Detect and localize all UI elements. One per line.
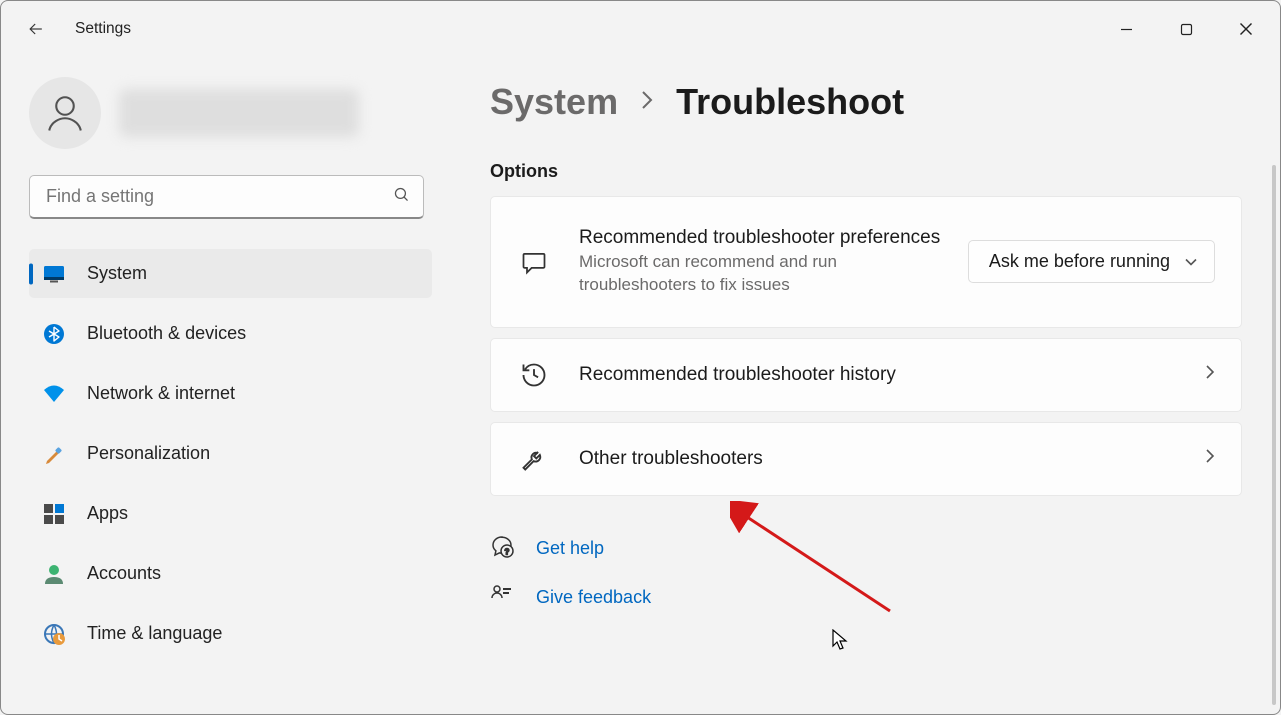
sidebar-item-accounts[interactable]: Accounts xyxy=(29,549,432,598)
chevron-right-icon xyxy=(1205,448,1215,469)
globe-clock-icon xyxy=(43,623,65,645)
nav-label: Network & internet xyxy=(87,383,235,404)
search-container xyxy=(29,175,424,219)
title-bar: Settings xyxy=(1,1,1280,57)
nav-label: Apps xyxy=(87,503,128,524)
avatar xyxy=(29,77,101,149)
wifi-icon xyxy=(43,383,65,405)
maximize-icon xyxy=(1180,23,1193,36)
footer-link-label: Get help xyxy=(536,538,604,559)
person-icon xyxy=(44,92,86,134)
card-title: Recommended troubleshooter history xyxy=(579,364,1193,386)
card-title: Recommended troubleshooter preferences xyxy=(579,227,968,249)
sidebar-item-time-language[interactable]: Time & language xyxy=(29,609,432,658)
history-icon xyxy=(517,361,551,389)
maximize-button[interactable] xyxy=(1156,9,1216,49)
sidebar-item-network[interactable]: Network & internet xyxy=(29,369,432,418)
apps-icon xyxy=(43,503,65,525)
chevron-right-icon xyxy=(1205,364,1215,385)
back-button[interactable] xyxy=(19,12,53,46)
scrollbar[interactable] xyxy=(1272,165,1276,705)
close-icon xyxy=(1239,22,1253,36)
feedback-icon xyxy=(490,583,514,612)
preference-dropdown[interactable]: Ask me before running xyxy=(968,240,1215,283)
wrench-icon xyxy=(517,445,551,473)
svg-text:?: ? xyxy=(505,547,510,556)
arrow-left-icon xyxy=(26,19,46,39)
nav-label: System xyxy=(87,263,147,284)
display-icon xyxy=(43,263,65,285)
nav-label: Personalization xyxy=(87,443,210,464)
card-title: Other troubleshooters xyxy=(579,448,1193,470)
close-button[interactable] xyxy=(1216,9,1276,49)
sidebar-item-apps[interactable]: Apps xyxy=(29,489,432,538)
comment-icon xyxy=(517,248,551,276)
breadcrumb-parent[interactable]: System xyxy=(490,81,618,123)
user-profile-row[interactable] xyxy=(29,77,436,149)
accounts-icon xyxy=(43,563,65,585)
get-help-link[interactable]: ? Get help xyxy=(490,534,1256,563)
bluetooth-icon xyxy=(43,323,65,345)
card-other-troubleshooters[interactable]: Other troubleshooters xyxy=(490,422,1242,496)
question-bubble-icon: ? xyxy=(490,534,514,563)
minimize-icon xyxy=(1120,23,1133,36)
chevron-right-icon xyxy=(640,89,654,116)
paintbrush-icon xyxy=(43,443,65,465)
dropdown-value: Ask me before running xyxy=(989,251,1170,272)
breadcrumb-current: Troubleshoot xyxy=(676,81,904,123)
search-icon xyxy=(393,186,410,208)
sidebar-item-bluetooth[interactable]: Bluetooth & devices xyxy=(29,309,432,358)
section-heading-options: Options xyxy=(490,161,1256,182)
nav-label: Bluetooth & devices xyxy=(87,323,246,344)
window-title: Settings xyxy=(75,20,131,38)
sidebar: System Bluetooth & devices Network & int… xyxy=(1,57,446,669)
nav-list: System Bluetooth & devices Network & int… xyxy=(29,249,432,658)
sidebar-item-personalization[interactable]: Personalization xyxy=(29,429,432,478)
footer-link-label: Give feedback xyxy=(536,587,651,608)
breadcrumb: System Troubleshoot xyxy=(490,81,1256,123)
minimize-button[interactable] xyxy=(1096,9,1156,49)
user-name-redacted xyxy=(119,89,359,137)
sidebar-item-system[interactable]: System xyxy=(29,249,432,298)
nav-label: Accounts xyxy=(87,563,161,584)
give-feedback-link[interactable]: Give feedback xyxy=(490,583,1256,612)
card-troubleshooter-preferences: Recommended troubleshooter preferences M… xyxy=(490,196,1242,328)
card-troubleshooter-history[interactable]: Recommended troubleshooter history xyxy=(490,338,1242,412)
footer-links: ? Get help Give feedback xyxy=(490,534,1256,612)
nav-label: Time & language xyxy=(87,623,222,644)
main-content: System Troubleshoot Options Recommended … xyxy=(446,57,1280,669)
chevron-down-icon xyxy=(1184,257,1198,267)
search-input[interactable] xyxy=(29,175,424,219)
card-description: Microsoft can recommend and run troubles… xyxy=(579,251,899,297)
